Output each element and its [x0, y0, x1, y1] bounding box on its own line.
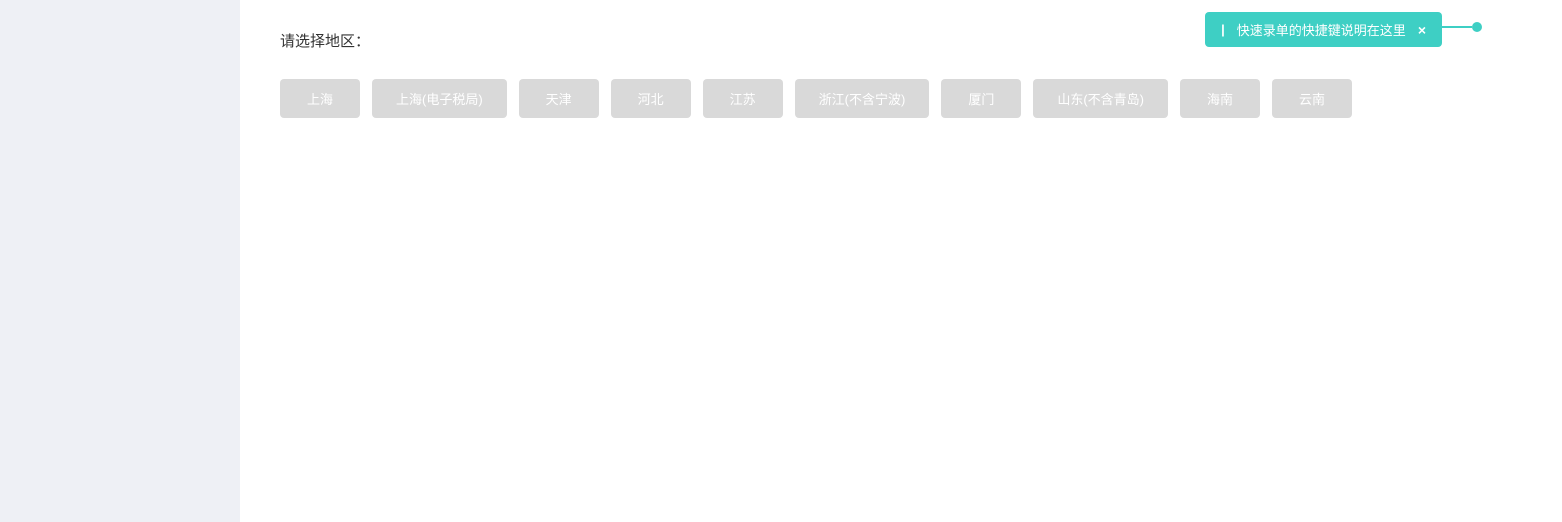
region-button-shandong[interactable]: 山东(不含青岛): [1033, 79, 1168, 118]
tooltip-text: 快速录单的快捷键说明在这里: [1237, 20, 1406, 39]
region-button-tianjin[interactable]: 天津: [519, 79, 599, 118]
region-buttons: 上海上海(电子税局) 天津河北江苏浙江(不含宁波) 厦门山东(不含青岛) 海南云南: [280, 79, 1522, 118]
main-content: 请选择地区： 上海上海(电子税局)天津河北江苏浙江(不含宁波)厦门山东(不含青岛…: [240, 0, 1562, 522]
tooltip-banner: 快速录单的快捷键说明在这里 ×: [1205, 12, 1442, 47]
region-button-hebei[interactable]: 河北: [611, 79, 691, 118]
region-button-jiangsu[interactable]: 江苏: [703, 79, 783, 118]
region-button-xiamen[interactable]: 厦门: [941, 79, 1021, 118]
region-button-shanghai[interactable]: 上海: [280, 79, 360, 118]
tooltip-circle: [1472, 22, 1482, 32]
region-button-zhejiang[interactable]: 浙江(不含宁波): [795, 79, 930, 118]
region-button-shanghai-etax[interactable]: 上海(电子税局): [372, 79, 507, 118]
tooltip-close-button[interactable]: ×: [1418, 22, 1426, 38]
sidebar: [0, 0, 240, 522]
region-button-hainan[interactable]: 海南: [1180, 79, 1260, 118]
region-button-yunnan[interactable]: 云南: [1272, 79, 1352, 118]
tooltip-indicator: [1442, 22, 1482, 32]
tooltip-line: [1442, 26, 1472, 28]
